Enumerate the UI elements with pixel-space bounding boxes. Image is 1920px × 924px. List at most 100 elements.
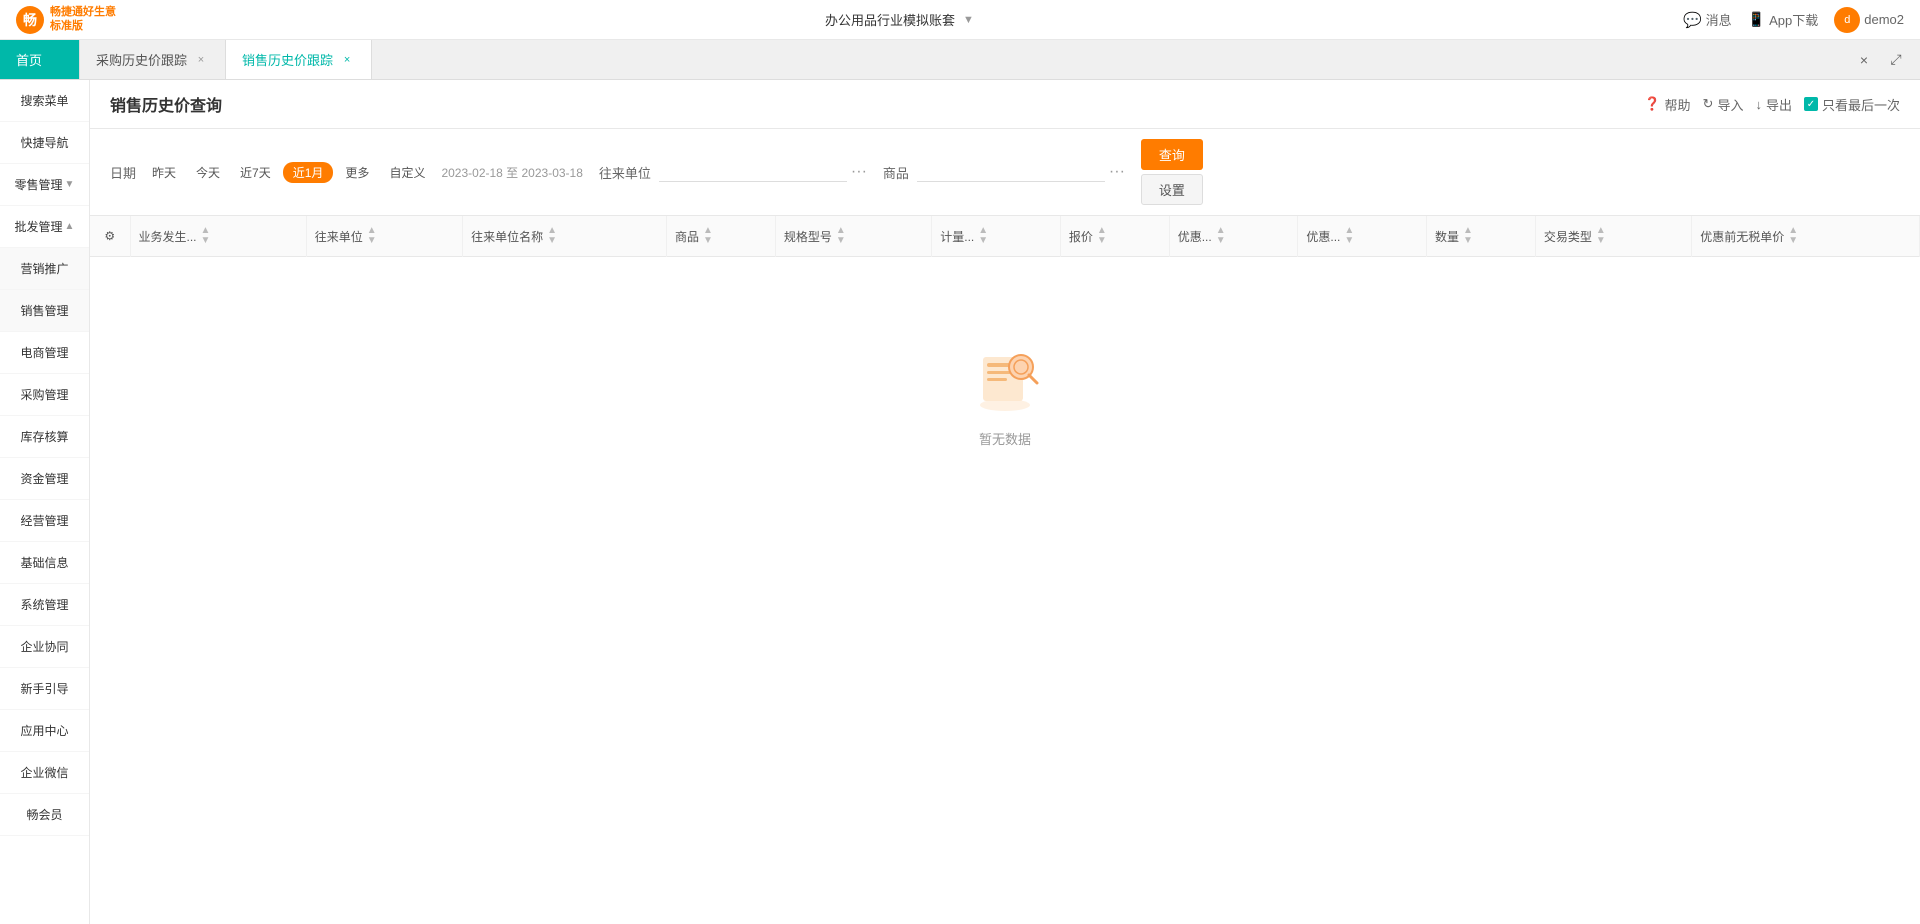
sidebar-basic-info-label: 基础信息	[20, 556, 68, 570]
empty-state: 暂无数据	[90, 257, 1920, 528]
sidebar-item-marketing[interactable]: 营销推广	[0, 248, 89, 290]
date-range-display: 2023-02-18 至 2023-03-18	[441, 164, 582, 181]
phone-icon: 📱	[1748, 11, 1765, 28]
sort-icon-goods: ▲▼	[703, 226, 713, 246]
tab-home-label: 首页	[16, 50, 42, 69]
col-biz-date[interactable]: 业务发生... ▲▼	[130, 216, 306, 257]
sort-icon-spec: ▲▼	[836, 226, 846, 246]
goods-filter-group: 商品 ···	[883, 162, 1125, 182]
dropdown-arrow-icon[interactable]: ▼	[963, 14, 974, 26]
col-price[interactable]: 报价 ▲▼	[1060, 216, 1169, 257]
col-discount1[interactable]: 优惠... ▲▼	[1169, 216, 1298, 257]
sidebar-item-quick-nav[interactable]: 快捷导航	[0, 122, 89, 164]
sidebar-quick-nav-label: 快捷导航	[20, 136, 68, 150]
sidebar-wholesale-label: 批发管理	[15, 218, 63, 235]
sidebar-item-sales-mgmt[interactable]: 销售管理	[0, 290, 89, 332]
sidebar-item-wholesale[interactable]: 批发管理 ▲	[0, 206, 89, 248]
date-btn-1month[interactable]: 近1月	[283, 162, 334, 183]
settings-icon[interactable]: ⚙	[104, 229, 115, 243]
sidebar-item-guide[interactable]: 新手引导	[0, 668, 89, 710]
sidebar-item-retail[interactable]: 零售管理 ▼	[0, 164, 89, 206]
unit-input-dots[interactable]: ···	[851, 163, 867, 181]
settings-button[interactable]: 设置	[1141, 174, 1203, 205]
tab-sales[interactable]: 销售历史价跟踪 ×	[226, 40, 372, 79]
topbar-right: 💬 消息 📱 App下载 d demo2	[1683, 7, 1904, 33]
tab-purchase-close[interactable]: ×	[193, 52, 209, 68]
help-action[interactable]: ❓ 帮助	[1644, 95, 1690, 114]
sidebar-item-inventory[interactable]: 库存核算	[0, 416, 89, 458]
last-once-label: 只看最后一次	[1822, 95, 1900, 114]
sort-icon-unit-measure: ▲▼	[978, 226, 988, 246]
app-download-nav[interactable]: 📱 App下载	[1748, 10, 1819, 29]
col-settings[interactable]: ⚙	[90, 216, 130, 257]
message-icon: 💬	[1683, 11, 1702, 29]
topbar-center[interactable]: 办公用品行业模拟账套 ▼	[825, 10, 974, 29]
sidebar-item-enterprise[interactable]: 企业协同	[0, 626, 89, 668]
export-action[interactable]: ↓ 导出	[1755, 95, 1792, 114]
goods-input-dots[interactable]: ···	[1109, 163, 1125, 181]
sidebar-item-purchase-mgmt[interactable]: 采购管理	[0, 374, 89, 416]
col-unit-code[interactable]: 往来单位 ▲▼	[306, 216, 462, 257]
col-trade-type[interactable]: 交易类型 ▲▼	[1535, 216, 1691, 257]
logo-area: 畅 畅捷通好生意 标准版	[16, 6, 116, 34]
data-table: ⚙ 业务发生... ▲▼ 往来单位 ▲▼	[90, 216, 1920, 257]
main-layout: 搜索菜单 快捷导航 零售管理 ▼ 批发管理 ▲ 营销推广 销售管理 电商管理 采…	[0, 80, 1920, 924]
sidebar-sales-mgmt-label: 销售管理	[20, 304, 68, 318]
goods-input[interactable]	[917, 162, 1105, 182]
unit-input[interactable]	[659, 162, 847, 182]
sidebar-item-finance[interactable]: 资金管理	[0, 458, 89, 500]
tab-home[interactable]: 首页	[0, 40, 80, 79]
sort-icon-unit-code: ▲▼	[367, 226, 377, 246]
col-pre-tax-price[interactable]: 优惠前无税单价 ▲▼	[1692, 216, 1920, 257]
sidebar-finance-label: 资金管理	[20, 472, 68, 486]
tab-purchase[interactable]: 采购历史价跟踪 ×	[80, 40, 226, 79]
expand-button[interactable]: ⤢	[1884, 48, 1908, 72]
sidebar-item-wechat[interactable]: 企业微信	[0, 752, 89, 794]
date-btn-7days[interactable]: 近7天	[232, 162, 279, 183]
col-discount2[interactable]: 优惠... ▲▼	[1298, 216, 1427, 257]
date-btn-more[interactable]: 更多	[337, 162, 377, 183]
import-action[interactable]: ↻ 导入	[1703, 95, 1744, 114]
col-qty[interactable]: 数量 ▲▼	[1427, 216, 1536, 257]
goods-filter-input: ···	[917, 162, 1125, 182]
sidebar-item-basic-info[interactable]: 基础信息	[0, 542, 89, 584]
col-unit-name[interactable]: 往来单位名称 ▲▼	[463, 216, 667, 257]
empty-text: 暂无数据	[979, 429, 1031, 448]
sidebar-item-operations[interactable]: 经营管理	[0, 500, 89, 542]
col-goods[interactable]: 商品 ▲▼	[667, 216, 776, 257]
sidebar-item-app-center[interactable]: 应用中心	[0, 710, 89, 752]
query-button[interactable]: 查询	[1141, 139, 1203, 170]
col-spec[interactable]: 规格型号 ▲▼	[775, 216, 931, 257]
sidebar-item-member[interactable]: 畅会员	[0, 794, 89, 836]
sidebar-purchase-mgmt-label: 采购管理	[20, 388, 68, 402]
sidebar-member-label: 畅会员	[26, 808, 62, 822]
date-filter-group: 日期 昨天 今天 近7天 近1月 更多 自定义 2023-02-18 至 202…	[110, 162, 583, 183]
message-nav[interactable]: 💬 消息	[1683, 10, 1732, 29]
tab-sales-close[interactable]: ×	[339, 52, 355, 68]
user-nav[interactable]: d demo2	[1834, 7, 1904, 33]
page-actions: ❓ 帮助 ↻ 导入 ↓ 导出 ✓ 只看最后一次	[1644, 95, 1900, 114]
sort-icon-trade-type: ▲▼	[1596, 226, 1606, 246]
sort-icon-unit-name: ▲▼	[547, 226, 557, 246]
col-unit-measure[interactable]: 计量... ▲▼	[932, 216, 1061, 257]
export-icon: ↓	[1755, 97, 1762, 112]
retail-arrow-icon: ▼	[65, 179, 75, 190]
date-btn-yesterday[interactable]: 昨天	[144, 162, 184, 183]
page-title: 销售历史价查询	[110, 92, 222, 116]
sidebar-item-search-menu[interactable]: 搜索菜单	[0, 80, 89, 122]
app-title: 办公用品行业模拟账套	[825, 10, 955, 29]
sidebar-marketing-label: 营销推广	[20, 262, 68, 276]
sidebar-retail-label: 零售管理	[15, 176, 63, 193]
date-quick-buttons: 昨天 今天 近7天 近1月 更多 自定义	[144, 162, 433, 183]
sidebar-item-system[interactable]: 系统管理	[0, 584, 89, 626]
tab-purchase-label: 采购历史价跟踪	[96, 50, 187, 69]
close-all-button[interactable]: ×	[1852, 48, 1876, 72]
wholesale-arrow-icon: ▲	[65, 221, 75, 232]
last-once-checkbox-group[interactable]: ✓ 只看最后一次	[1804, 95, 1900, 114]
sidebar-item-ecommerce[interactable]: 电商管理	[0, 332, 89, 374]
sort-icon-qty: ▲▼	[1463, 226, 1473, 246]
date-btn-today[interactable]: 今天	[188, 162, 228, 183]
sidebar-search-menu-label: 搜索菜单	[20, 94, 68, 108]
last-once-checkbox[interactable]: ✓	[1804, 97, 1818, 111]
date-btn-custom[interactable]: 自定义	[381, 162, 433, 183]
